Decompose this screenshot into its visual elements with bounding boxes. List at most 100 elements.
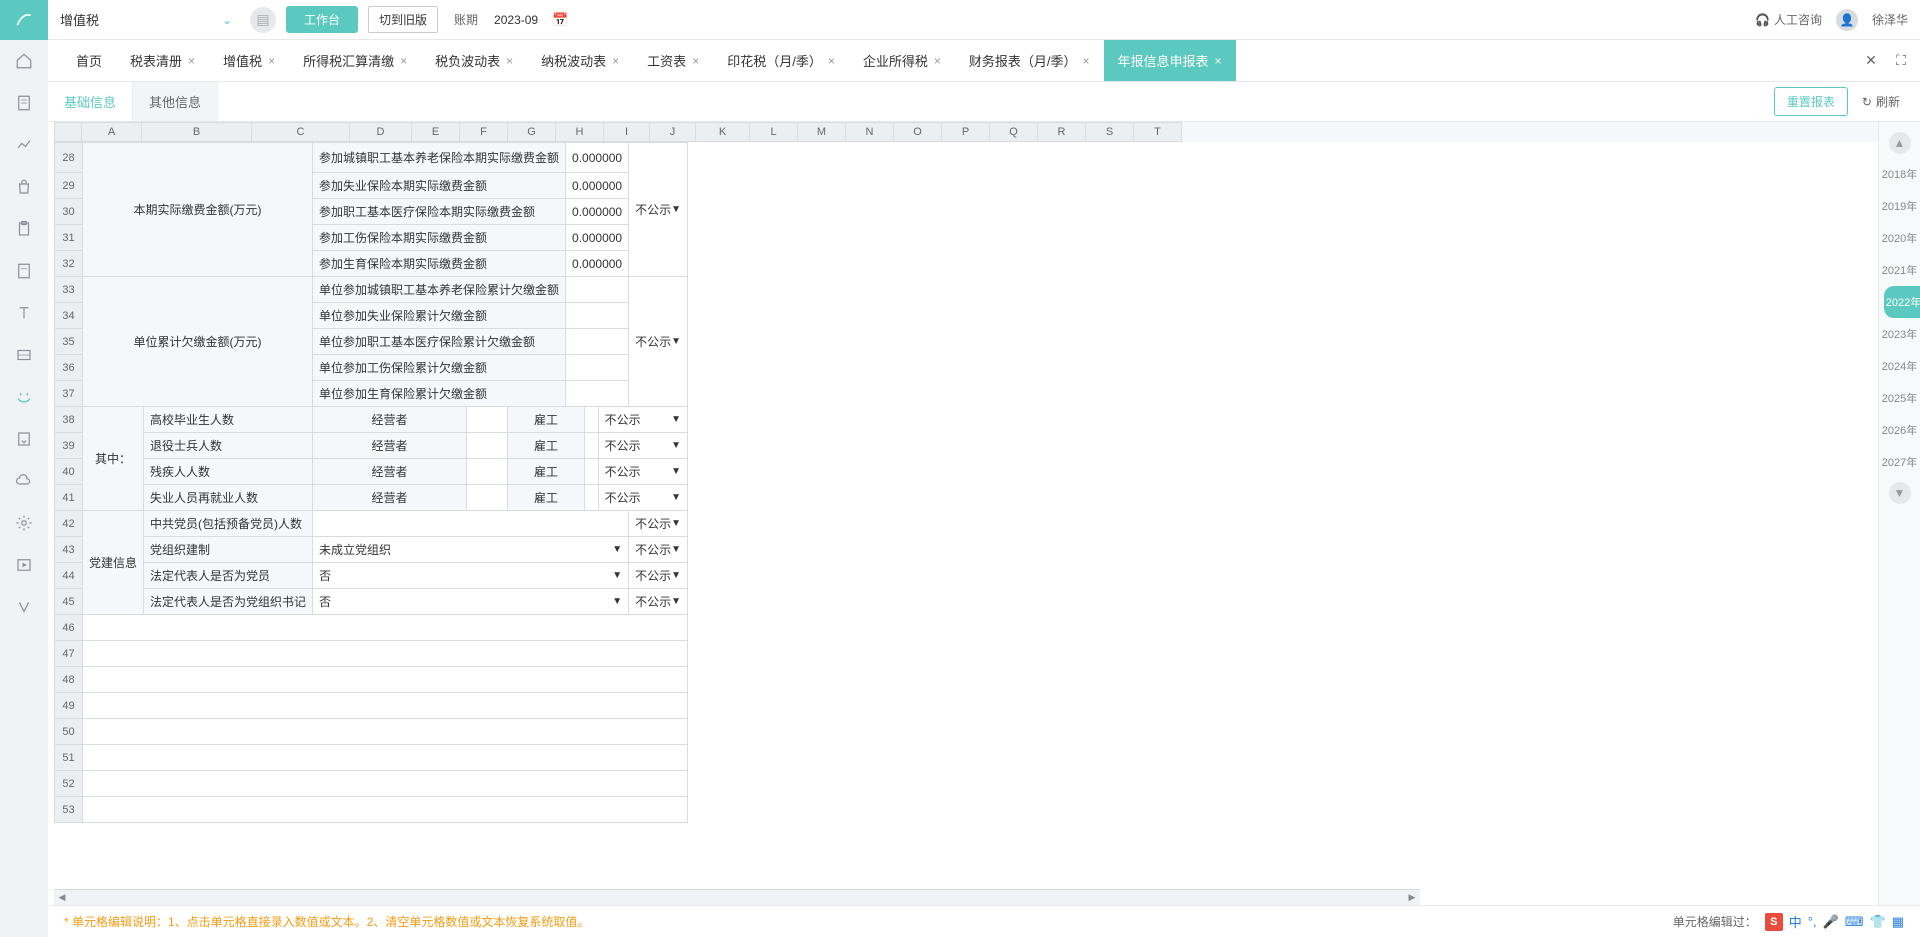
year-2023年[interactable]: 2023年 [1880, 318, 1919, 350]
tab-close-icon[interactable]: × [268, 54, 275, 68]
cell[interactable]: 参加生育保险本期实际缴费金额 [313, 251, 566, 277]
row-header-42[interactable]: 42 [55, 511, 83, 537]
nav-bag[interactable] [0, 166, 48, 208]
col-header-Q[interactable]: Q [990, 122, 1038, 142]
tab-9[interactable]: 财务报表（月/季）× [955, 40, 1104, 81]
tab-5[interactable]: 纳税波动表× [527, 40, 633, 81]
cell[interactable] [566, 355, 629, 381]
col-header-F[interactable]: F [460, 122, 508, 142]
cell[interactable]: 不公示▼ [629, 537, 688, 563]
cell[interactable] [83, 693, 688, 719]
col-header-L[interactable]: L [750, 122, 798, 142]
nav-v[interactable] [0, 586, 48, 628]
ime-bar[interactable]: S 中 °, 🎤 ⌨ 👕 ▦ [1765, 912, 1904, 931]
cell[interactable] [585, 459, 598, 485]
reset-button[interactable]: 重置报表 [1774, 87, 1848, 116]
tab-close-icon[interactable]: × [612, 54, 619, 68]
cell[interactable]: 否▼ [313, 589, 629, 615]
tab-6[interactable]: 工资表× [633, 40, 713, 81]
row-header-46[interactable]: 46 [55, 615, 83, 641]
row-header-45[interactable]: 45 [55, 589, 83, 615]
row-header-49[interactable]: 49 [55, 693, 83, 719]
cell[interactable] [467, 407, 508, 433]
cell[interactable] [585, 433, 598, 459]
row-header-38[interactable]: 38 [55, 407, 83, 433]
tab-0[interactable]: 首页 [62, 40, 116, 81]
corner-cell[interactable] [54, 122, 82, 142]
cell[interactable] [83, 641, 688, 667]
cell[interactable]: 法定代表人是否为党组织书记 [144, 589, 313, 615]
tab-3[interactable]: 所得税汇算清缴× [289, 40, 421, 81]
year-2026年[interactable]: 2026年 [1880, 414, 1919, 446]
doc-icon-button[interactable]: ▤ [250, 7, 276, 33]
nav-clipboard[interactable] [0, 208, 48, 250]
tab-close-icon[interactable]: × [188, 54, 195, 68]
cell[interactable]: 不公示▼ [598, 433, 687, 459]
col-header-O[interactable]: O [894, 122, 942, 142]
year-2020年[interactable]: 2020年 [1880, 222, 1919, 254]
cell[interactable] [83, 719, 688, 745]
cell[interactable] [585, 407, 598, 433]
col-header-H[interactable]: H [556, 122, 604, 142]
cell[interactable]: 经营者 [313, 407, 467, 433]
cell[interactable]: 经营者 [313, 433, 467, 459]
row-header-41[interactable]: 41 [55, 485, 83, 511]
tab-4[interactable]: 税负波动表× [421, 40, 527, 81]
year-2027年[interactable]: 2027年 [1880, 446, 1919, 478]
calendar-icon[interactable]: 📅 [552, 12, 568, 28]
col-header-A[interactable]: A [82, 122, 142, 142]
tab-close-icon[interactable]: × [934, 54, 941, 68]
col-header-B[interactable]: B [142, 122, 252, 142]
cell[interactable]: 雇工 [507, 459, 584, 485]
cell[interactable]: 单位参加失业保险累计欠缴金额 [313, 303, 566, 329]
cell[interactable]: 高校毕业生人数 [144, 407, 313, 433]
cell[interactable]: 经营者 [313, 459, 467, 485]
year-2024年[interactable]: 2024年 [1880, 350, 1919, 382]
cell[interactable]: 经营者 [313, 485, 467, 511]
col-header-G[interactable]: G [508, 122, 556, 142]
tab-close-icon[interactable]: × [692, 54, 699, 68]
period-value[interactable]: 2023-09 [494, 13, 538, 27]
row-header-39[interactable]: 39 [55, 433, 83, 459]
year-2018年[interactable]: 2018年 [1880, 158, 1919, 190]
col-header-P[interactable]: P [942, 122, 990, 142]
cell[interactable] [83, 615, 688, 641]
tab-7[interactable]: 印花税（月/季）× [713, 40, 849, 81]
cell[interactable] [566, 329, 629, 355]
row-header-53[interactable]: 53 [55, 797, 83, 823]
tab-2[interactable]: 增值税× [209, 40, 289, 81]
col-header-D[interactable]: D [350, 122, 412, 142]
year-down-button[interactable]: ▼ [1889, 482, 1911, 504]
tab-close-icon[interactable]: × [400, 54, 407, 68]
cell[interactable]: 不公示▼ [598, 407, 687, 433]
row-header-30[interactable]: 30 [55, 199, 83, 225]
col-header-T[interactable]: T [1134, 122, 1182, 142]
cell[interactable]: 失业人员再就业人数 [144, 485, 313, 511]
avatar[interactable]: 👤 [1836, 9, 1858, 31]
cell[interactable]: 不公示▼ [629, 589, 688, 615]
horizontal-scrollbar[interactable]: ◀ ▶ [54, 889, 1420, 905]
cell[interactable]: 未成立党组织▼ [313, 537, 629, 563]
scroll-right-icon[interactable]: ▶ [1404, 890, 1420, 905]
cell[interactable] [566, 381, 629, 407]
cell[interactable]: 0.000000 [566, 173, 629, 199]
cell[interactable]: 不公示▼ [598, 459, 687, 485]
col-header-E[interactable]: E [412, 122, 460, 142]
col-header-S[interactable]: S [1086, 122, 1134, 142]
cell[interactable] [467, 433, 508, 459]
cell[interactable]: 雇工 [507, 407, 584, 433]
cell[interactable]: 单位参加生育保险累计欠缴金额 [313, 381, 566, 407]
cell[interactable] [467, 459, 508, 485]
cell[interactable]: 雇工 [507, 433, 584, 459]
scroll-left-icon[interactable]: ◀ [54, 890, 70, 905]
subtab-basic[interactable]: 基础信息 [48, 82, 133, 121]
row-header-33[interactable]: 33 [55, 277, 83, 303]
year-up-button[interactable]: ▲ [1889, 132, 1911, 154]
tab-10[interactable]: 年报信息申报表× [1104, 40, 1236, 81]
cell[interactable]: 0.000000 [566, 143, 629, 173]
tab-close-icon[interactable]: × [1083, 54, 1090, 68]
nav-play[interactable] [0, 544, 48, 586]
tab-close-icon[interactable]: × [506, 54, 513, 68]
tab-1[interactable]: 税表清册× [116, 40, 209, 81]
tab-close-all[interactable]: ✕ [1860, 50, 1882, 72]
